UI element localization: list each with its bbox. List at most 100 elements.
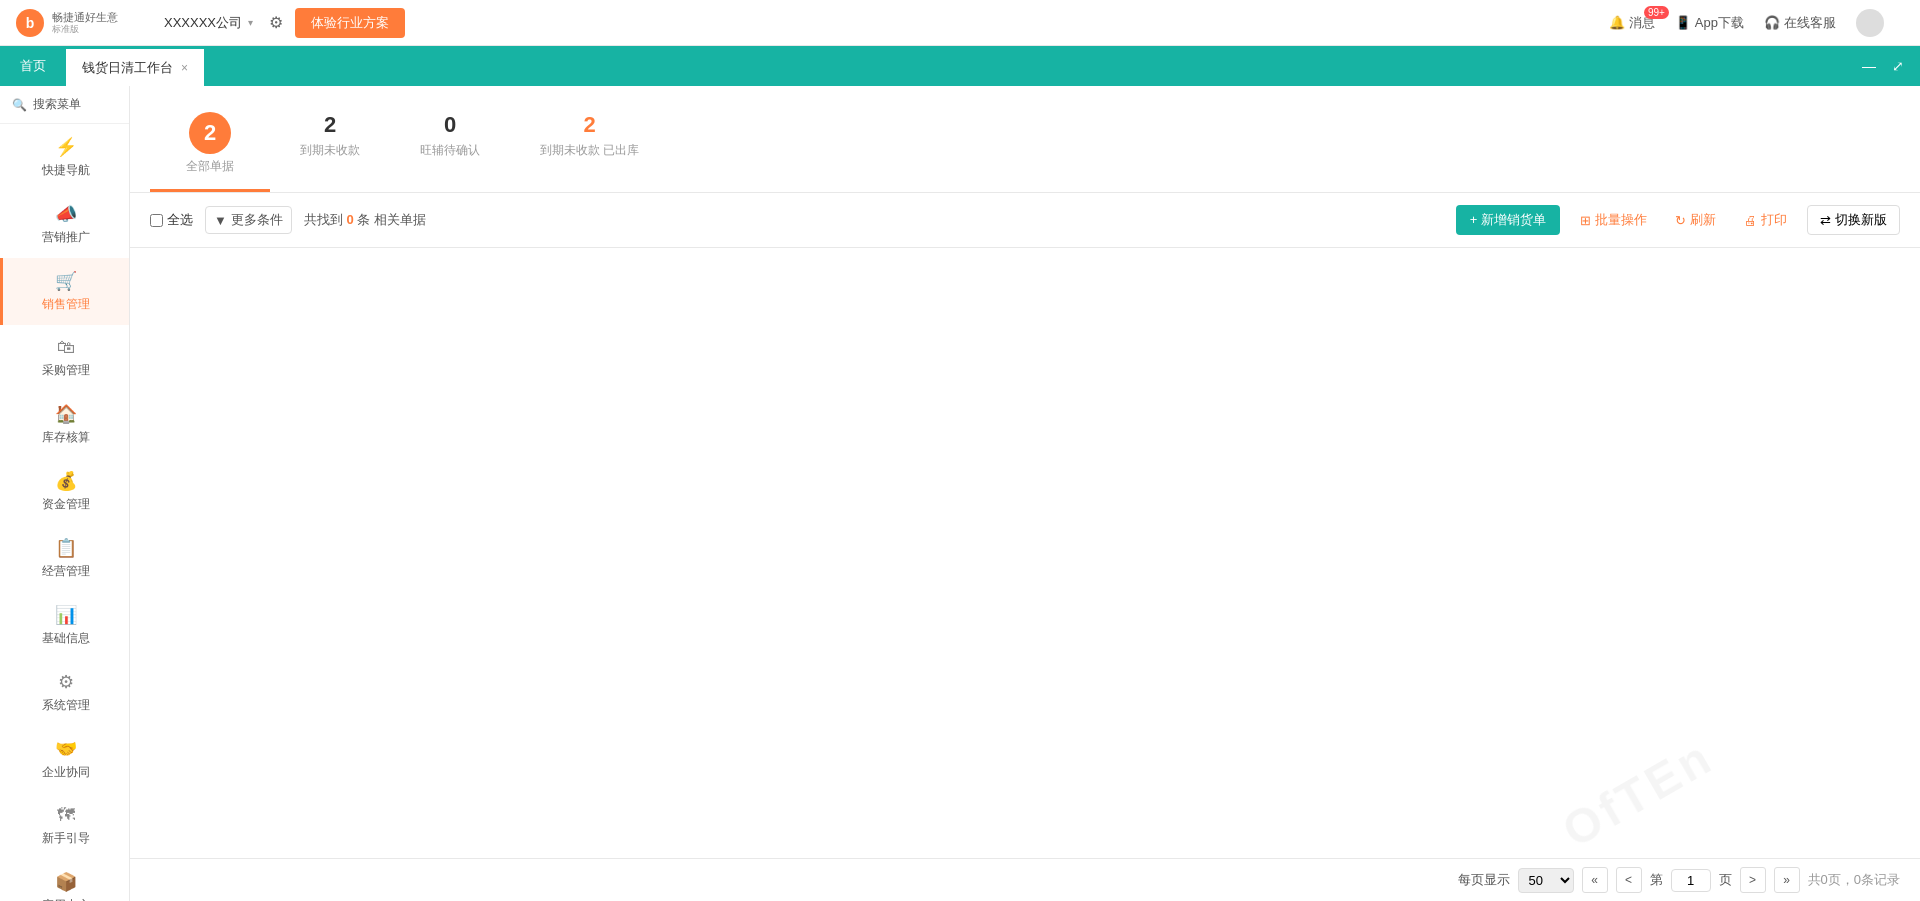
app-download-btn[interactable]: 📱 App下载	[1675, 14, 1744, 32]
sidebar-item-inventory[interactable]: 🏠 库存核算	[0, 391, 129, 458]
chevron-down-icon: ▾	[248, 17, 253, 28]
last-page-btn[interactable]: »	[1774, 867, 1800, 893]
stat-tab-2[interactable]: 0 旺辅待确认	[390, 102, 510, 192]
first-page-btn[interactable]: «	[1582, 867, 1608, 893]
stat-num-1: 2	[324, 112, 336, 138]
refresh-btn[interactable]: ↻ 刷新	[1667, 207, 1724, 233]
print-icon: 🖨	[1744, 213, 1757, 228]
refresh-icon: ↻	[1675, 213, 1686, 228]
tab-active[interactable]: 钱货日清工作台 ×	[66, 46, 204, 86]
stats-bar: 2 全部单据 2 到期未收款 0 旺辅待确认 2 到期未收款 已出库	[130, 86, 1920, 193]
next-page-btn[interactable]: >	[1740, 867, 1766, 893]
batch-action-btn[interactable]: ⊞ 批量操作	[1572, 207, 1655, 233]
finance-icon: 💰	[55, 470, 77, 492]
sidebar-search[interactable]: 🔍 搜索菜单	[0, 86, 129, 124]
sidebar-item-cooperation[interactable]: 🤝 企业协同	[0, 726, 129, 793]
tab-nav: 首页 钱货日清工作台 × — ⤢	[0, 46, 1920, 86]
download-icon: 📱	[1675, 15, 1691, 30]
tab-right-controls: — ⤢	[1858, 46, 1920, 86]
logo-text: 畅捷通好生意 标准版	[52, 10, 118, 36]
tab-home[interactable]: 首页	[0, 46, 66, 86]
filter-icon: ▼	[214, 213, 227, 228]
operation-icon: 📋	[55, 537, 77, 559]
toolbar-right: + 新增销货单 ⊞ 批量操作 ↻ 刷新 🖨 打印 ⇄ 切换新版	[1456, 205, 1900, 235]
toolbar-left: 全选 ▼ 更多条件 共找到 0 条 相关单据	[150, 206, 426, 234]
stat-num-0: 2	[189, 112, 231, 154]
sidebar-item-app-center[interactable]: 📦 应用中心	[0, 859, 129, 901]
switch-icon: ⇄	[1820, 213, 1831, 228]
page-input[interactable]	[1671, 869, 1711, 892]
stat-num-3: 2	[584, 112, 596, 138]
sidebar-label-guide: 新手引导	[42, 830, 90, 847]
tab-close-icon[interactable]: ×	[181, 61, 188, 75]
sidebar-item-guide[interactable]: 🗺 新手引导	[0, 793, 129, 859]
sidebar-label-purchase: 采购管理	[42, 362, 90, 379]
layout: 🔍 搜索菜单 ⚡ 快捷导航 📣 营销推广 🛒 销售管理 🛍 采购管理 🏠 库存核…	[0, 86, 1920, 901]
notification-btn[interactable]: 🔔 消息 99+	[1609, 14, 1655, 32]
sales-icon: 🛒	[55, 270, 77, 292]
tab-expand-icon[interactable]: ⤢	[1888, 54, 1908, 78]
stat-tab-1[interactable]: 2 到期未收款	[270, 102, 390, 192]
sidebar-label-cooperation: 企业协同	[42, 764, 90, 781]
guide-icon: 🗺	[57, 805, 75, 826]
cooperation-icon: 🤝	[55, 738, 77, 760]
tab-label: 钱货日清工作台	[82, 59, 173, 77]
stat-num-2: 0	[444, 112, 456, 138]
stats-tabs: 2 全部单据 2 到期未收款 0 旺辅待确认 2 到期未收款 已出库	[150, 102, 1900, 192]
purchase-icon: 🛍	[57, 337, 75, 358]
page-unit: 页	[1719, 871, 1732, 889]
select-all-checkbox[interactable]	[150, 214, 163, 227]
sidebar: 🔍 搜索菜单 ⚡ 快捷导航 📣 营销推广 🛒 销售管理 🛍 采购管理 🏠 库存核…	[0, 86, 130, 901]
sidebar-item-finance[interactable]: 💰 资金管理	[0, 458, 129, 525]
sidebar-item-operation[interactable]: 📋 经营管理	[0, 525, 129, 592]
company-selector[interactable]: XXXXXX公司 ▾	[156, 10, 261, 36]
sidebar-item-marketing[interactable]: 📣 营销推广	[0, 191, 129, 258]
stat-label-3: 到期未收款 已出库	[540, 142, 639, 159]
toolbar: 全选 ▼ 更多条件 共找到 0 条 相关单据 + 新增销货单 ⊞ 批量操作	[130, 193, 1920, 248]
found-count: 0	[347, 212, 354, 227]
settings-icon[interactable]: ⚙	[269, 13, 283, 32]
table-area	[130, 248, 1920, 858]
found-text: 共找到 0 条 相关单据	[304, 211, 426, 229]
sidebar-label-inventory: 库存核算	[42, 429, 90, 446]
new-sale-btn[interactable]: + 新增销货单	[1456, 205, 1560, 235]
sidebar-label-quick-nav: 快捷导航	[42, 162, 90, 179]
quick-nav-icon: ⚡	[55, 136, 77, 158]
page-label: 第	[1650, 871, 1663, 889]
top-right-area: 🔔 消息 99+ 📱 App下载 🎧 在线客服	[1609, 9, 1904, 37]
switch-version-btn[interactable]: ⇄ 切换新版	[1807, 205, 1900, 235]
stat-label-2: 旺辅待确认	[420, 142, 480, 159]
sidebar-label-operation: 经营管理	[42, 563, 90, 580]
sidebar-label-app-center: 应用中心	[42, 897, 90, 901]
bell-icon: 🔔	[1609, 15, 1625, 30]
pagination-bar: 每页显示 50 100 200 « < 第 页 > » 共0页，0条记录	[130, 858, 1920, 901]
per-page-label: 每页显示	[1458, 871, 1510, 889]
filter-btn[interactable]: ▼ 更多条件	[205, 206, 292, 234]
sidebar-item-basic-info[interactable]: 📊 基础信息	[0, 592, 129, 659]
sidebar-item-quick-nav[interactable]: ⚡ 快捷导航	[0, 124, 129, 191]
main-content: 2 全部单据 2 到期未收款 0 旺辅待确认 2 到期未收款 已出库 全选 ▼ …	[130, 86, 1920, 901]
stat-label-1: 到期未收款	[300, 142, 360, 159]
stat-tab-3[interactable]: 2 到期未收款 已出库	[510, 102, 669, 192]
per-page-select[interactable]: 50 100 200	[1518, 868, 1574, 893]
sidebar-label-system: 系统管理	[42, 697, 90, 714]
top-bar: b 畅捷通好生意 标准版 XXXXXX公司 ▾ ⚙ 体验行业方案 🔔 消息 99…	[0, 0, 1920, 46]
sidebar-item-sales[interactable]: 🛒 销售管理	[0, 258, 129, 325]
stat-tab-0[interactable]: 2 全部单据	[150, 102, 270, 192]
sidebar-item-purchase[interactable]: 🛍 采购管理	[0, 325, 129, 391]
service-icon: 🎧	[1764, 15, 1780, 30]
avatar[interactable]	[1856, 9, 1884, 37]
search-icon: 🔍	[12, 98, 27, 112]
tab-minimize-icon[interactable]: —	[1858, 54, 1880, 78]
experience-btn[interactable]: 体验行业方案	[295, 8, 405, 38]
sidebar-label-finance: 资金管理	[42, 496, 90, 513]
system-icon: ⚙	[58, 671, 74, 693]
marketing-icon: 📣	[55, 203, 77, 225]
print-btn[interactable]: 🖨 打印	[1736, 207, 1795, 233]
sidebar-item-system[interactable]: ⚙ 系统管理	[0, 659, 129, 726]
basic-info-icon: 📊	[55, 604, 77, 626]
prev-page-btn[interactable]: <	[1616, 867, 1642, 893]
stat-label-0: 全部单据	[186, 158, 234, 175]
select-all-wrap[interactable]: 全选	[150, 211, 193, 229]
online-service-btn[interactable]: 🎧 在线客服	[1764, 14, 1836, 32]
